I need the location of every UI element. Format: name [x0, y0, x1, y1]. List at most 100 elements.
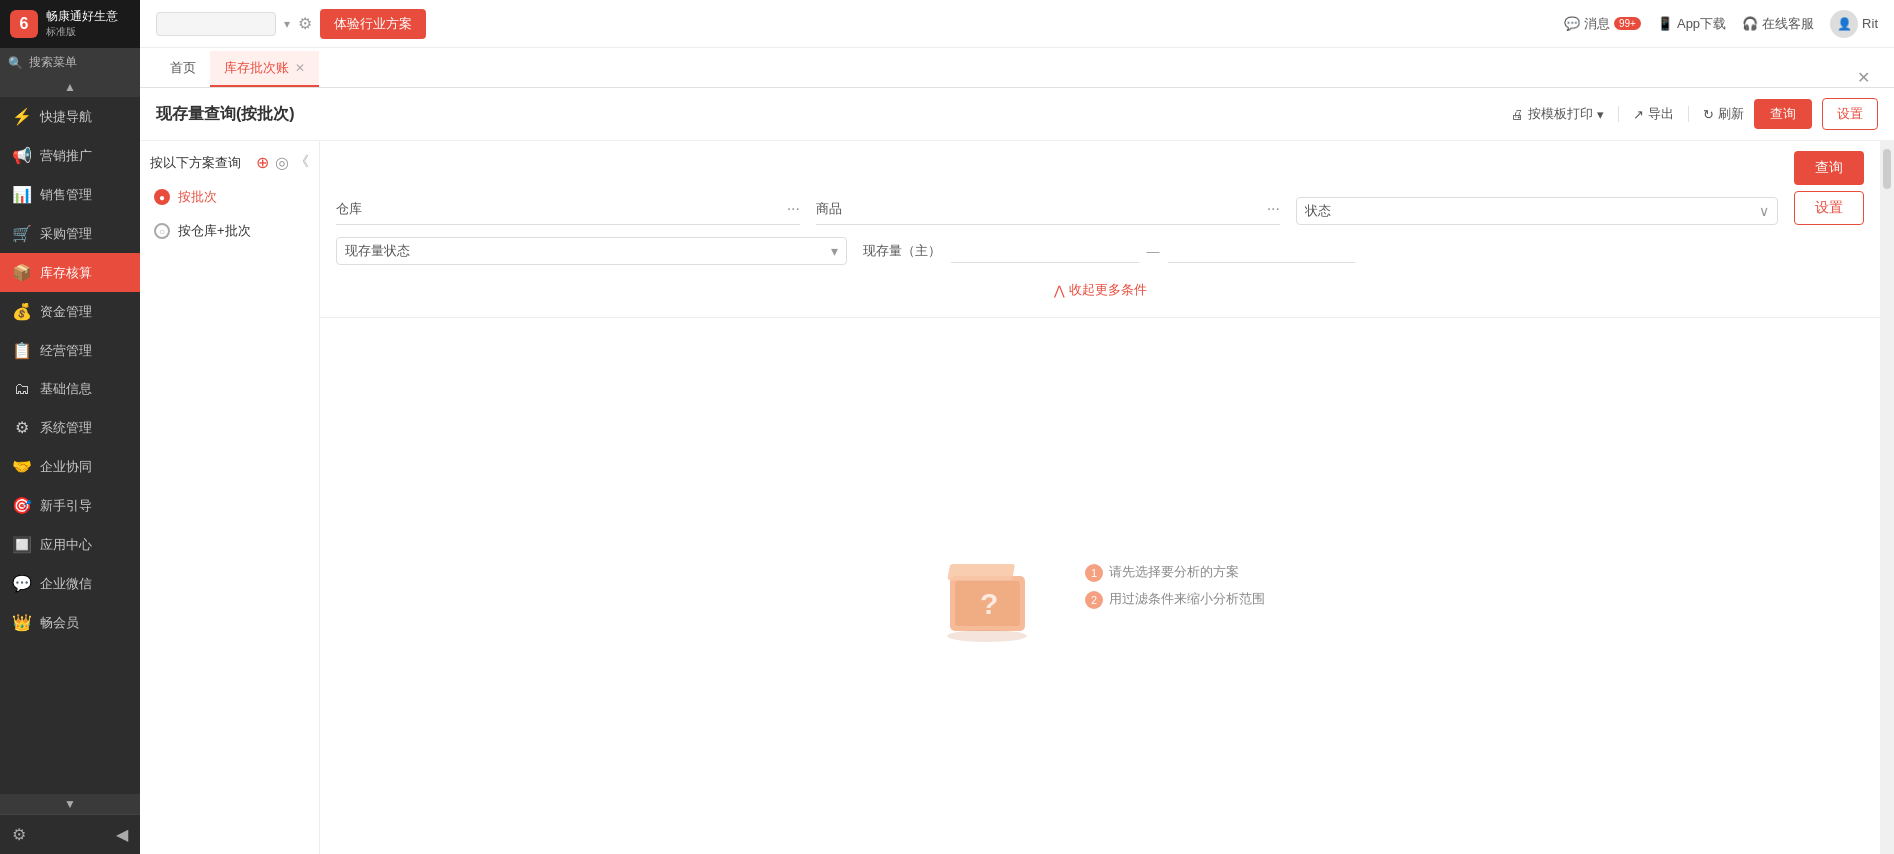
product-more-icon[interactable]: ···: [1267, 200, 1280, 218]
sidebar-item-enterprise[interactable]: 🤝 企业协同: [0, 447, 140, 486]
scheme-item-label: 按批次: [178, 188, 217, 206]
footer-settings-icon[interactable]: ⚙: [12, 825, 26, 844]
scheme-add-icon[interactable]: ⊕: [256, 153, 269, 172]
tip-1-text: 请先选择要分析的方案: [1109, 563, 1239, 581]
product-filter-group: 商品 ···: [816, 197, 1280, 225]
weixin-icon: 💬: [12, 574, 32, 593]
sidebar-item-label: 采购管理: [40, 225, 92, 243]
message-action[interactable]: 💬 消息 99+: [1564, 15, 1641, 33]
setting-button[interactable]: 设置: [1794, 191, 1864, 225]
sidebar-item-label: 企业微信: [40, 575, 92, 593]
svg-point-4: [947, 630, 1027, 642]
sidebar-logo: 6: [10, 10, 38, 38]
content-body: 按以下方案查询 ⊕ ◎ 《 ● 按批次 ○ 按仓库+批次: [140, 141, 1894, 854]
sidebar-item-label: 系统管理: [40, 419, 92, 437]
print-button[interactable]: 🖨 按模板打印 ▾: [1511, 105, 1604, 123]
sidebar: 6 畅康通好生意 标准版 🔍 搜索菜单 ▲ ⚡ 快捷导航 📢 营销推广 📊 销售…: [0, 0, 140, 854]
status-arrow-icon[interactable]: ∨: [1759, 203, 1769, 219]
product-label: 商品: [816, 200, 852, 218]
query-button-top[interactable]: 查询: [1754, 99, 1812, 129]
right-scrollbar[interactable]: [1880, 141, 1894, 854]
sidebar-item-vip[interactable]: 👑 畅会员: [0, 603, 140, 642]
collapse-up-icon: ⋀: [1054, 283, 1065, 298]
tab-batch-inventory[interactable]: 库存批次账 ✕: [210, 51, 319, 87]
sales-icon: 📊: [12, 185, 32, 204]
tip-2-text: 用过滤条件来缩小分析范围: [1109, 590, 1265, 608]
message-label: 消息: [1584, 15, 1610, 33]
refresh-button[interactable]: ↻ 刷新: [1703, 105, 1744, 123]
header-right: 💬 消息 99+ 📱 App下载 🎧 在线客服 👤 Rit: [1564, 10, 1878, 38]
sidebar-collapse-icon[interactable]: ◀: [116, 825, 128, 844]
inventory-qty-to[interactable]: [1168, 239, 1356, 263]
tip-2-num: 2: [1085, 591, 1103, 609]
breadcrumb-dropdown-icon[interactable]: ▾: [284, 17, 290, 31]
tab-bar: 首页 库存批次账 ✕ ✕: [140, 48, 1894, 88]
tab-bar-close-icon[interactable]: ✕: [1849, 68, 1878, 87]
sidebar-item-weixin[interactable]: 💬 企业微信: [0, 564, 140, 603]
header-gear-icon[interactable]: ⚙: [298, 14, 312, 33]
query-button[interactable]: 查询: [1794, 151, 1864, 185]
sidebar-item-system[interactable]: ⚙ 系统管理: [0, 408, 140, 447]
message-icon: 💬: [1564, 16, 1580, 31]
finance-icon: 💰: [12, 302, 32, 321]
scheme-collapse-icon[interactable]: 《: [295, 153, 309, 172]
system-icon: ⚙: [12, 418, 32, 437]
print-dropdown-icon[interactable]: ▾: [1597, 107, 1604, 122]
sidebar-scroll-down[interactable]: ▼: [0, 794, 140, 814]
export-icon: ↗: [1633, 107, 1644, 122]
sidebar-item-marketing[interactable]: 📢 营销推广: [0, 136, 140, 175]
inventory-status-arrow-icon[interactable]: ▾: [831, 243, 838, 259]
inventory-qty-from[interactable]: [951, 239, 1139, 263]
filter-section: 仓库 ··· 商品 ···: [320, 141, 1880, 318]
sidebar-item-sales[interactable]: 📊 销售管理: [0, 175, 140, 214]
app-download-label: App下载: [1677, 15, 1726, 33]
sidebar-item-operation[interactable]: 📋 经营管理: [0, 331, 140, 370]
warehouse-input[interactable]: [372, 197, 787, 220]
tab-batch-inventory-label: 库存批次账: [224, 59, 289, 77]
refresh-icon: ↻: [1703, 107, 1714, 122]
page-header: 现存量查询(按批次) 🖨 按模板打印 ▾ ↗ 导出 ↻ 刷: [140, 88, 1894, 141]
empty-box-svg: ?: [935, 536, 1055, 646]
tab-home[interactable]: 首页: [156, 51, 210, 87]
sidebar-item-finance[interactable]: 💰 资金管理: [0, 292, 140, 331]
warehouse-filter-group: 仓库 ···: [336, 197, 800, 225]
scheme-item-by-warehouse-batch[interactable]: ○ 按仓库+批次: [140, 214, 319, 248]
sidebar-item-basic[interactable]: 🗂 基础信息: [0, 370, 140, 408]
sidebar-item-quick-nav[interactable]: ⚡ 快捷导航: [0, 97, 140, 136]
sidebar-scroll-up[interactable]: ▲: [0, 77, 140, 97]
user-profile[interactable]: 👤 Rit: [1830, 10, 1878, 38]
collapse-filter-row[interactable]: ⋀ 收起更多条件: [336, 273, 1864, 307]
page-title: 现存量查询(按批次): [156, 104, 295, 125]
sidebar-item-label: 畅会员: [40, 614, 79, 632]
vip-icon: 👑: [12, 613, 32, 632]
tab-close-icon[interactable]: ✕: [295, 61, 305, 75]
collapse-label: 收起更多条件: [1069, 281, 1147, 299]
page-actions: 🖨 按模板打印 ▾ ↗ 导出 ↻ 刷新 查询 设置: [1511, 98, 1878, 130]
tab-home-label: 首页: [170, 59, 196, 77]
sidebar-item-inventory[interactable]: 📦 库存核算: [0, 253, 140, 292]
export-button[interactable]: ↗ 导出: [1633, 105, 1674, 123]
scheme-item-by-batch[interactable]: ● 按批次: [140, 180, 319, 214]
divider-1: [1618, 106, 1619, 122]
online-service-action[interactable]: 🎧 在线客服: [1742, 15, 1814, 33]
sidebar-item-newbie[interactable]: 🎯 新手引导: [0, 486, 140, 525]
sidebar-item-purchase[interactable]: 🛒 采购管理: [0, 214, 140, 253]
product-input[interactable]: [852, 197, 1267, 220]
app-download-icon: 📱: [1657, 16, 1673, 31]
breadcrumb-input[interactable]: [156, 12, 276, 36]
purchase-icon: 🛒: [12, 224, 32, 243]
trial-button[interactable]: 体验行业方案: [320, 9, 426, 39]
page-content: 现存量查询(按批次) 🖨 按模板打印 ▾ ↗ 导出 ↻ 刷: [140, 88, 1894, 854]
sidebar-footer: ⚙ ◀: [0, 814, 140, 854]
warehouse-more-icon[interactable]: ···: [787, 200, 800, 218]
sidebar-item-app-center[interactable]: 🔲 应用中心: [0, 525, 140, 564]
status-filter-group: 状态 ∨: [1296, 197, 1778, 225]
avatar-initials: 👤: [1837, 17, 1852, 31]
app-download-action[interactable]: 📱 App下载: [1657, 15, 1726, 33]
scheme-dot-active: ●: [154, 189, 170, 205]
online-service-icon: 🎧: [1742, 16, 1758, 31]
sidebar-search[interactable]: 🔍 搜索菜单: [0, 48, 140, 77]
empty-container: ? 1 请先选择要分析的方案: [935, 536, 1265, 636]
setting-button-top[interactable]: 设置: [1822, 98, 1878, 130]
scheme-gear-icon[interactable]: ◎: [275, 153, 289, 172]
